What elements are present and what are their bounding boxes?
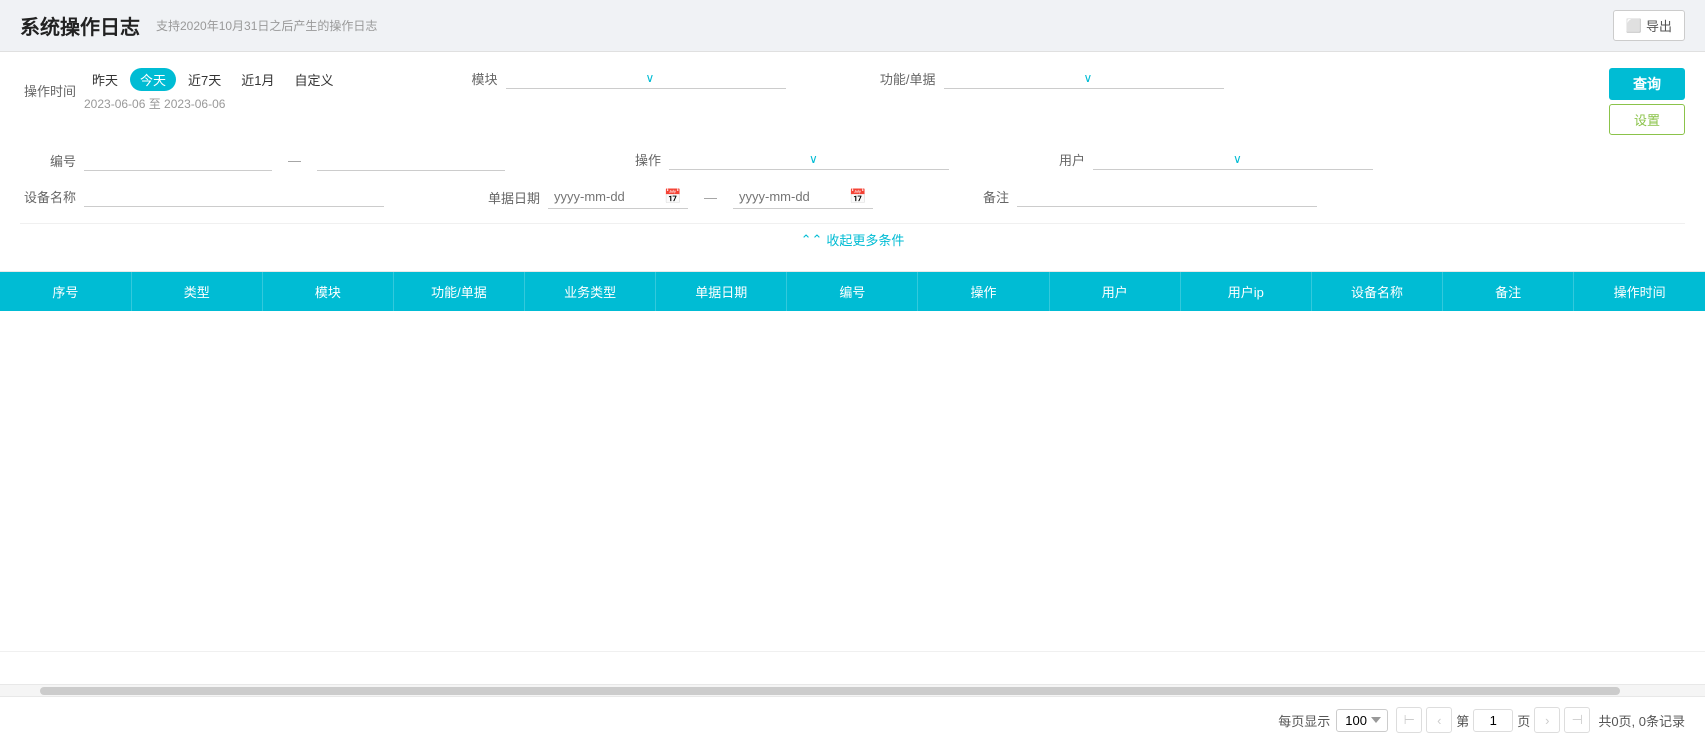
filter-group-module: 模块 ∨: [442, 68, 786, 89]
table-col-header: 操作时间: [1574, 272, 1705, 311]
table-col-header: 用户: [1049, 272, 1180, 311]
operation-dropdown-icon: ∨: [809, 152, 943, 166]
filter-area: 操作时间 昨天 今天 近7天 近1月 自定义 2023-06-06 至 2023…: [0, 52, 1705, 272]
filter-group-function: 功能/单据 ∨: [866, 68, 1224, 89]
remark-label: 备注: [953, 187, 1009, 206]
page-header: 系统操作日志 支持2020年10月31日之后产生的操作日志 ⬜ 导出: [0, 0, 1705, 52]
filter-row-1: 操作时间 昨天 今天 近7天 近1月 自定义 2023-06-06 至 2023…: [20, 68, 1685, 135]
filter-group-remark: 备注: [953, 185, 1317, 207]
table-col-header: 操作: [918, 272, 1049, 311]
device-input[interactable]: [84, 185, 384, 207]
module-label: 模块: [442, 69, 498, 88]
table-col-header: 功能/单据: [393, 272, 524, 311]
number-label: 编号: [20, 151, 76, 170]
module-select[interactable]: ∨: [506, 68, 786, 89]
function-dropdown-icon: ∨: [1084, 71, 1218, 85]
filter-group-operation: 操作 ∨: [605, 149, 949, 170]
scroll-thumb: [40, 687, 1620, 695]
today-btn[interactable]: 今天: [130, 68, 176, 91]
last7-btn[interactable]: 近7天: [180, 68, 229, 91]
table-col-header: 模块: [262, 272, 393, 311]
remark-input[interactable]: [1017, 185, 1317, 207]
page-input[interactable]: [1473, 709, 1513, 732]
filter-group-time: 操作时间 昨天 今天 近7天 近1月 自定义 2023-06-06 至 2023…: [20, 68, 342, 112]
filter-group-user: 用户 ∨: [1029, 149, 1373, 170]
yesterday-btn[interactable]: 昨天: [84, 68, 126, 91]
table-col-header: 序号: [0, 272, 131, 311]
page-wrapper: 系统操作日志 支持2020年10月31日之后产生的操作日志 ⬜ 导出 操作时间 …: [0, 0, 1705, 743]
last1m-btn[interactable]: 近1月: [233, 68, 282, 91]
query-button[interactable]: 查询: [1609, 68, 1685, 100]
collapse-icon: ⌃⌃: [801, 232, 823, 248]
table-header: 序号类型模块功能/单据业务类型单据日期编号操作用户用户ip设备名称备注操作时间: [0, 272, 1705, 311]
filter-row-2: 编号 — 操作 ∨ 用户 ∨: [20, 149, 1685, 171]
filter-group-number: 编号 —: [20, 149, 505, 171]
export-icon: ⬜: [1626, 18, 1642, 34]
header-actions: ⬜ 导出: [1613, 10, 1685, 41]
number-input-start[interactable]: [84, 149, 272, 171]
next-page-btn[interactable]: ›: [1534, 707, 1560, 733]
function-label: 功能/单据: [866, 69, 936, 88]
operation-time-label: 操作时间: [20, 81, 76, 100]
page-title: 系统操作日志: [20, 11, 140, 40]
action-buttons: 查询 设置: [1609, 68, 1685, 135]
time-range: 2023-06-06 至 2023-06-06: [84, 95, 342, 112]
table-col-header: 单据日期: [656, 272, 787, 311]
date-start-field[interactable]: [554, 189, 664, 204]
total-info: 共0页, 0条记录: [1598, 711, 1685, 730]
table-header-row: 序号类型模块功能/单据业务类型单据日期编号操作用户用户ip设备名称备注操作时间: [0, 272, 1705, 311]
table-body: [0, 311, 1705, 651]
date-dash: —: [704, 190, 717, 205]
table-col-header: 业务类型: [525, 272, 656, 311]
settings-button[interactable]: 设置: [1609, 104, 1685, 135]
filter-group-voucher-date: 单据日期 📅 — 📅: [484, 185, 873, 209]
user-select[interactable]: ∨: [1093, 149, 1373, 170]
table-col-header: 设备名称: [1311, 272, 1442, 311]
page-label: 第: [1456, 711, 1469, 730]
number-input-end[interactable]: [317, 149, 505, 171]
pagination: 每页显示 100 50 200 ⊢ ‹ 第 页 › ⊣ 共0页, 0条记录: [0, 696, 1705, 743]
user-label: 用户: [1029, 150, 1085, 169]
per-page-label: 每页显示: [1278, 711, 1330, 730]
per-page-group: 每页显示 100 50 200: [1278, 709, 1388, 732]
time-col: 昨天 今天 近7天 近1月 自定义 2023-06-06 至 2023-06-0…: [84, 68, 342, 112]
filter-group-device: 设备名称: [20, 185, 384, 207]
table-col-header: 类型: [131, 272, 262, 311]
per-page-select[interactable]: 100 50 200: [1336, 709, 1388, 732]
data-table: 序号类型模块功能/单据业务类型单据日期编号操作用户用户ip设备名称备注操作时间: [0, 272, 1705, 652]
page-subtitle: 支持2020年10月31日之后产生的操作日志: [156, 17, 377, 34]
table-col-header: 编号: [787, 272, 918, 311]
device-label: 设备名称: [20, 187, 76, 206]
date-end-field[interactable]: [739, 189, 849, 204]
custom-btn[interactable]: 自定义: [287, 68, 342, 91]
operation-select[interactable]: ∨: [669, 149, 949, 170]
time-buttons: 昨天 今天 近7天 近1月 自定义: [84, 68, 342, 91]
date-input-start[interactable]: 📅: [548, 185, 688, 209]
scroll-area[interactable]: [0, 684, 1705, 696]
table-container: 序号类型模块功能/单据业务类型单据日期编号操作用户用户ip设备名称备注操作时间: [0, 272, 1705, 684]
last-page-btn[interactable]: ⊣: [1564, 707, 1590, 733]
empty-row: [0, 311, 1705, 651]
filter-row-3: 设备名称 单据日期 📅 — 📅 备注: [20, 185, 1685, 209]
export-button[interactable]: ⬜ 导出: [1613, 10, 1685, 41]
calendar-end-icon[interactable]: 📅: [849, 188, 866, 205]
table-col-header: 用户ip: [1180, 272, 1311, 311]
collapse-label: 收起更多条件: [826, 230, 904, 249]
table-col-header: 备注: [1443, 272, 1574, 311]
voucher-date-label: 单据日期: [484, 188, 540, 207]
operation-label: 操作: [605, 150, 661, 169]
collapse-toggle[interactable]: ⌃⌃ 收起更多条件: [20, 223, 1685, 255]
prev-page-btn[interactable]: ‹: [1426, 707, 1452, 733]
first-page-btn[interactable]: ⊢: [1396, 707, 1422, 733]
module-dropdown-icon: ∨: [646, 71, 780, 85]
page-nav: ⊢ ‹ 第 页 › ⊣: [1396, 707, 1590, 733]
date-input-end[interactable]: 📅: [733, 185, 873, 209]
number-dash: —: [288, 153, 301, 168]
function-select[interactable]: ∨: [944, 68, 1224, 89]
calendar-start-icon[interactable]: 📅: [664, 188, 681, 205]
page-unit: 页: [1517, 711, 1530, 730]
user-dropdown-icon: ∨: [1233, 152, 1367, 166]
export-label: 导出: [1646, 16, 1672, 35]
